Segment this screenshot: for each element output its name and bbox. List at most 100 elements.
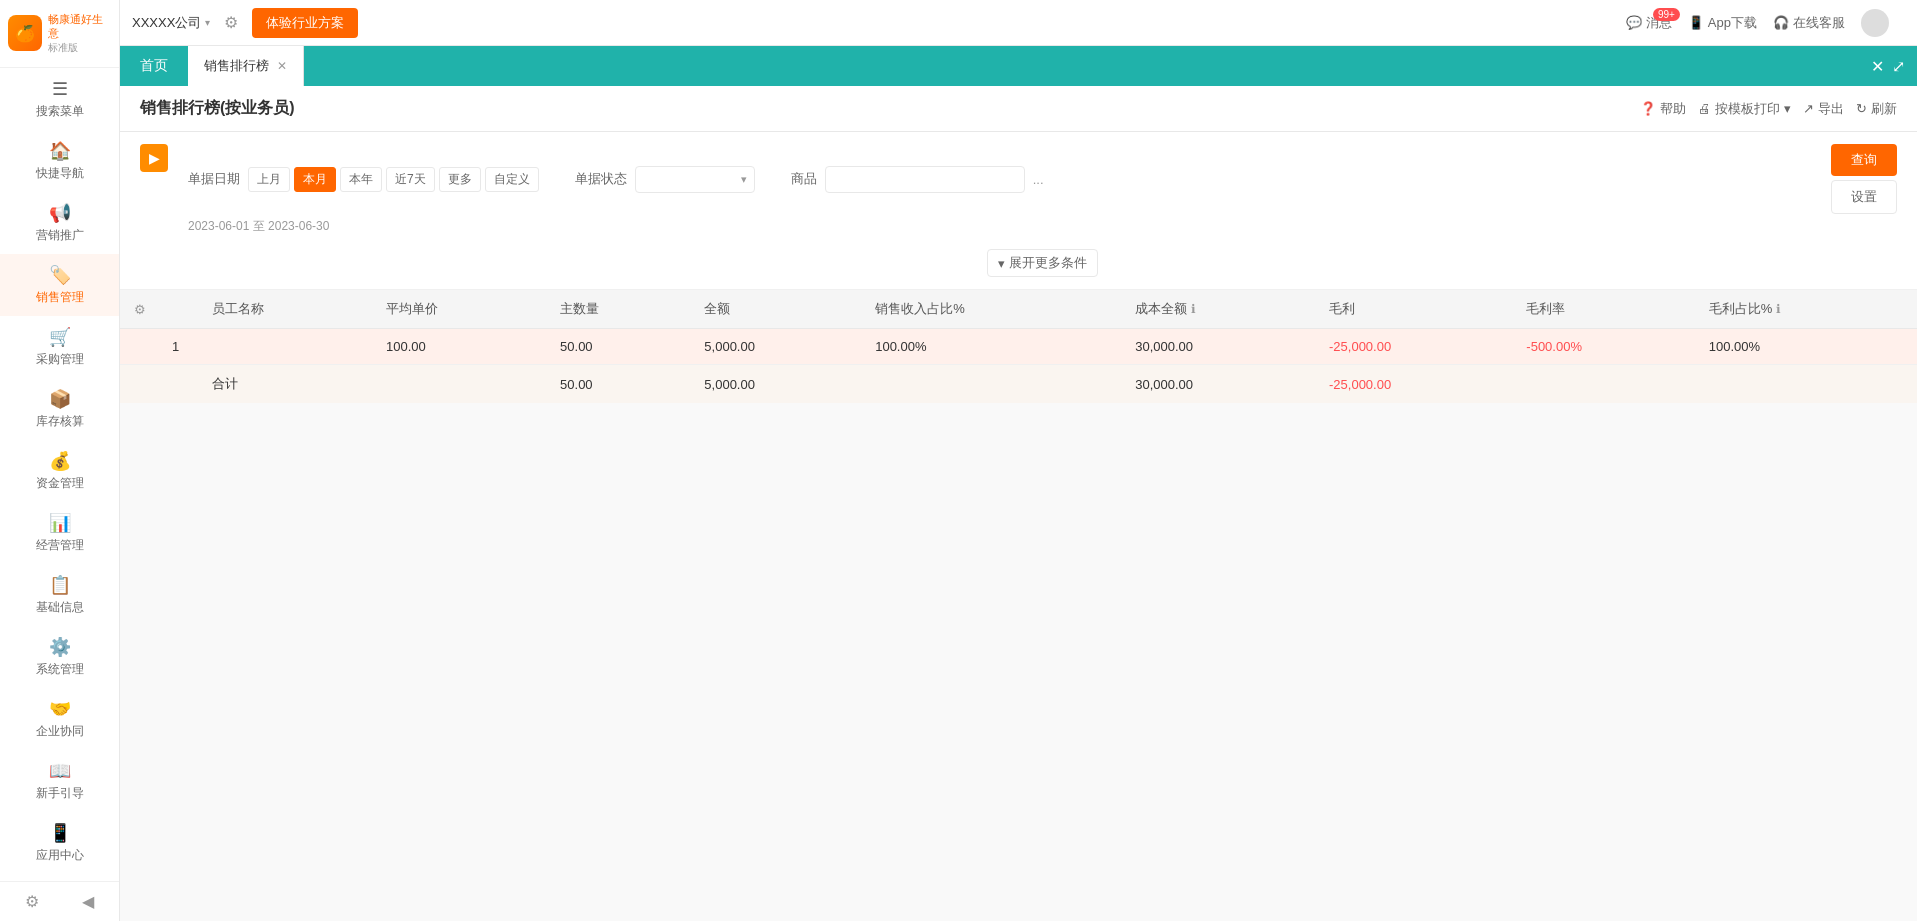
col-gross: 毛利: [1317, 290, 1514, 329]
avatar[interactable]: [1861, 9, 1889, 37]
col-gross-rate: 毛利率: [1514, 290, 1696, 329]
sidebar-item-quicknav[interactable]: 🏠快捷导航: [0, 130, 119, 192]
page-actions: ❓ 帮助 🖨 按模板打印 ▾ ↗ 导出 ↻ 刷新: [1640, 100, 1897, 118]
goods-dots[interactable]: ...: [1033, 172, 1044, 187]
status-select[interactable]: [635, 166, 755, 193]
col-avg-price: 平均单价: [374, 290, 548, 329]
table-header-row: ⚙ 员工名称 平均单价 主数量 全额 销售收入占比% 成本全额 ℹ 毛利 毛利率: [120, 290, 1917, 329]
date-btn-custom[interactable]: 自定义: [485, 167, 539, 192]
expand-label: 展开更多条件: [1009, 254, 1087, 272]
sidebar-item-collab[interactable]: 🤝企业协同: [0, 688, 119, 750]
online-service-action[interactable]: 🎧 在线客服: [1773, 14, 1845, 32]
logo-sub: 标准版: [48, 41, 111, 55]
sidebar: 🍊 畅康通好生意 标准版 ☰搜索菜单🏠快捷导航📢营销推广🏷️销售管理🛒采购管理📦…: [0, 0, 120, 921]
cell-amount: 5,000.00: [692, 329, 863, 365]
logo-icon: 🍊: [8, 15, 42, 51]
col-amount: 全额: [692, 290, 863, 329]
date-btn-7days[interactable]: 近7天: [386, 167, 435, 192]
page-title: 销售排行榜(按业务员): [140, 98, 295, 119]
expand-icon: ▾: [998, 256, 1005, 271]
goods-filter-label: 商品: [791, 170, 817, 188]
cell-qty: 50.00: [548, 329, 692, 365]
sidebar-item-operations[interactable]: 📊经营管理: [0, 502, 119, 564]
sidebar-item-search[interactable]: ☰搜索菜单: [0, 68, 119, 130]
sidebar-item-purchase[interactable]: 🛒采购管理: [0, 316, 119, 378]
gross-ratio-help-icon[interactable]: ℹ: [1776, 302, 1781, 316]
goods-input[interactable]: [825, 166, 1025, 193]
print-chevron-icon: ▾: [1784, 101, 1791, 116]
sidebar-item-appcenter[interactable]: 📱应用中心: [0, 812, 119, 874]
cell-cost: 30,000.00: [1123, 329, 1317, 365]
date-btn-more[interactable]: 更多: [439, 167, 481, 192]
footer-rank: [160, 365, 200, 404]
sidebar-icon-quicknav: 🏠: [49, 140, 71, 162]
sidebar-icon-purchase: 🛒: [49, 326, 71, 348]
message-action[interactable]: 💬 消息 99+: [1626, 14, 1672, 32]
cell-gross-ratio: 100.00%: [1697, 329, 1917, 365]
footer-gross-ratio: [1697, 365, 1917, 404]
help-button[interactable]: ❓ 帮助: [1640, 100, 1686, 118]
print-button[interactable]: 🖨 按模板打印 ▾: [1698, 100, 1791, 118]
expand-more-btn[interactable]: ▾ 展开更多条件: [987, 249, 1098, 277]
status-select-wrap: [635, 166, 755, 193]
sidebar-collapse-btn[interactable]: ◀: [82, 892, 94, 911]
cost-help-icon[interactable]: ℹ: [1191, 302, 1196, 316]
sidebar-settings-btn[interactable]: ⚙: [25, 892, 39, 911]
window-close-btn[interactable]: ✕: [1871, 57, 1884, 76]
refresh-button[interactable]: ↻ 刷新: [1856, 100, 1897, 118]
cell-gross-rate: -500.00%: [1514, 329, 1696, 365]
sidebar-icon-sales: 🏷️: [49, 264, 71, 286]
status-filter-label: 单据状态: [575, 170, 627, 188]
sidebar-icon-search: ☰: [52, 78, 68, 100]
tab-bar: 首页 销售排行榜 ✕ ✕ ⤢: [120, 46, 1917, 86]
filter-action-area: 查询 设置: [1831, 144, 1897, 214]
status-filter-section: 单据状态: [575, 166, 775, 193]
settings-col-icon[interactable]: ⚙: [134, 302, 146, 317]
tab-home[interactable]: 首页: [120, 46, 188, 86]
chevron-down-icon: ▾: [205, 17, 210, 28]
sidebar-icon-basic: 📋: [49, 574, 71, 596]
col-name: 员工名称: [200, 290, 374, 329]
sidebar-item-marketing[interactable]: 📢营销推广: [0, 192, 119, 254]
window-expand-btn[interactable]: ⤢: [1892, 57, 1905, 76]
company-selector[interactable]: XXXXX公司 ▾: [132, 14, 210, 32]
tab-close-icon[interactable]: ✕: [277, 59, 287, 73]
footer-label: 合计: [200, 365, 374, 404]
filter-row: 单据日期 上月 本月 本年 近7天 更多 自定义: [188, 144, 1897, 214]
sidebar-item-guide[interactable]: 📖新手引导: [0, 750, 119, 812]
sales-table: ⚙ 员工名称 平均单价 主数量 全额 销售收入占比% 成本全额 ℹ 毛利 毛利率: [120, 290, 1917, 403]
col-settings[interactable]: ⚙: [120, 290, 160, 329]
footer-cost: 30,000.00: [1123, 365, 1317, 404]
sidebar-nav: ☰搜索菜单🏠快捷导航📢营销推广🏷️销售管理🛒采购管理📦库存核算💰资金管理📊经营管…: [0, 68, 119, 881]
tab-sales-ranking[interactable]: 销售排行榜 ✕: [188, 46, 304, 86]
print-icon: 🖨: [1698, 101, 1711, 116]
export-button[interactable]: ↗ 导出: [1803, 100, 1844, 118]
date-btn-prev-month[interactable]: 上月: [248, 167, 290, 192]
date-btn-this-year[interactable]: 本年: [340, 167, 382, 192]
sidebar-item-system[interactable]: ⚙️系统管理: [0, 626, 119, 688]
footer-settings: [120, 365, 160, 404]
cell-sales-ratio: 100.00%: [863, 329, 1123, 365]
header-settings-icon[interactable]: ⚙: [224, 13, 238, 32]
app-icon: 📱: [1688, 15, 1704, 30]
sidebar-icon-inventory: 📦: [49, 388, 71, 410]
header-right: 💬 消息 99+ 📱 App下载 🎧 在线客服: [1626, 9, 1905, 37]
sidebar-item-basic[interactable]: 📋基础信息: [0, 564, 119, 626]
sidebar-item-finance[interactable]: 💰资金管理: [0, 440, 119, 502]
query-button[interactable]: 查询: [1831, 144, 1897, 176]
trial-button[interactable]: 体验行业方案: [252, 8, 358, 38]
date-range-display: 2023-06-01 至 2023-06-30: [188, 218, 1897, 235]
app-label: App下载: [1708, 14, 1757, 32]
footer-gross-rate: [1514, 365, 1696, 404]
date-btn-this-month[interactable]: 本月: [294, 167, 336, 192]
service-icon: 🎧: [1773, 15, 1789, 30]
table-body: 1 100.00 50.00 5,000.00 100.00% 30,000.0…: [120, 329, 1917, 365]
sidebar-icon-finance: 💰: [49, 450, 71, 472]
sidebar-item-inventory[interactable]: 📦库存核算: [0, 378, 119, 440]
app-download-action[interactable]: 📱 App下载: [1688, 14, 1757, 32]
sidebar-item-sales[interactable]: 🏷️销售管理: [0, 254, 119, 316]
filter-toggle-btn[interactable]: ▶: [140, 144, 168, 172]
tab-label: 销售排行榜: [204, 57, 269, 75]
settings-button[interactable]: 设置: [1831, 180, 1897, 214]
sidebar-item-wechat[interactable]: 💬企业微信: [0, 874, 119, 881]
